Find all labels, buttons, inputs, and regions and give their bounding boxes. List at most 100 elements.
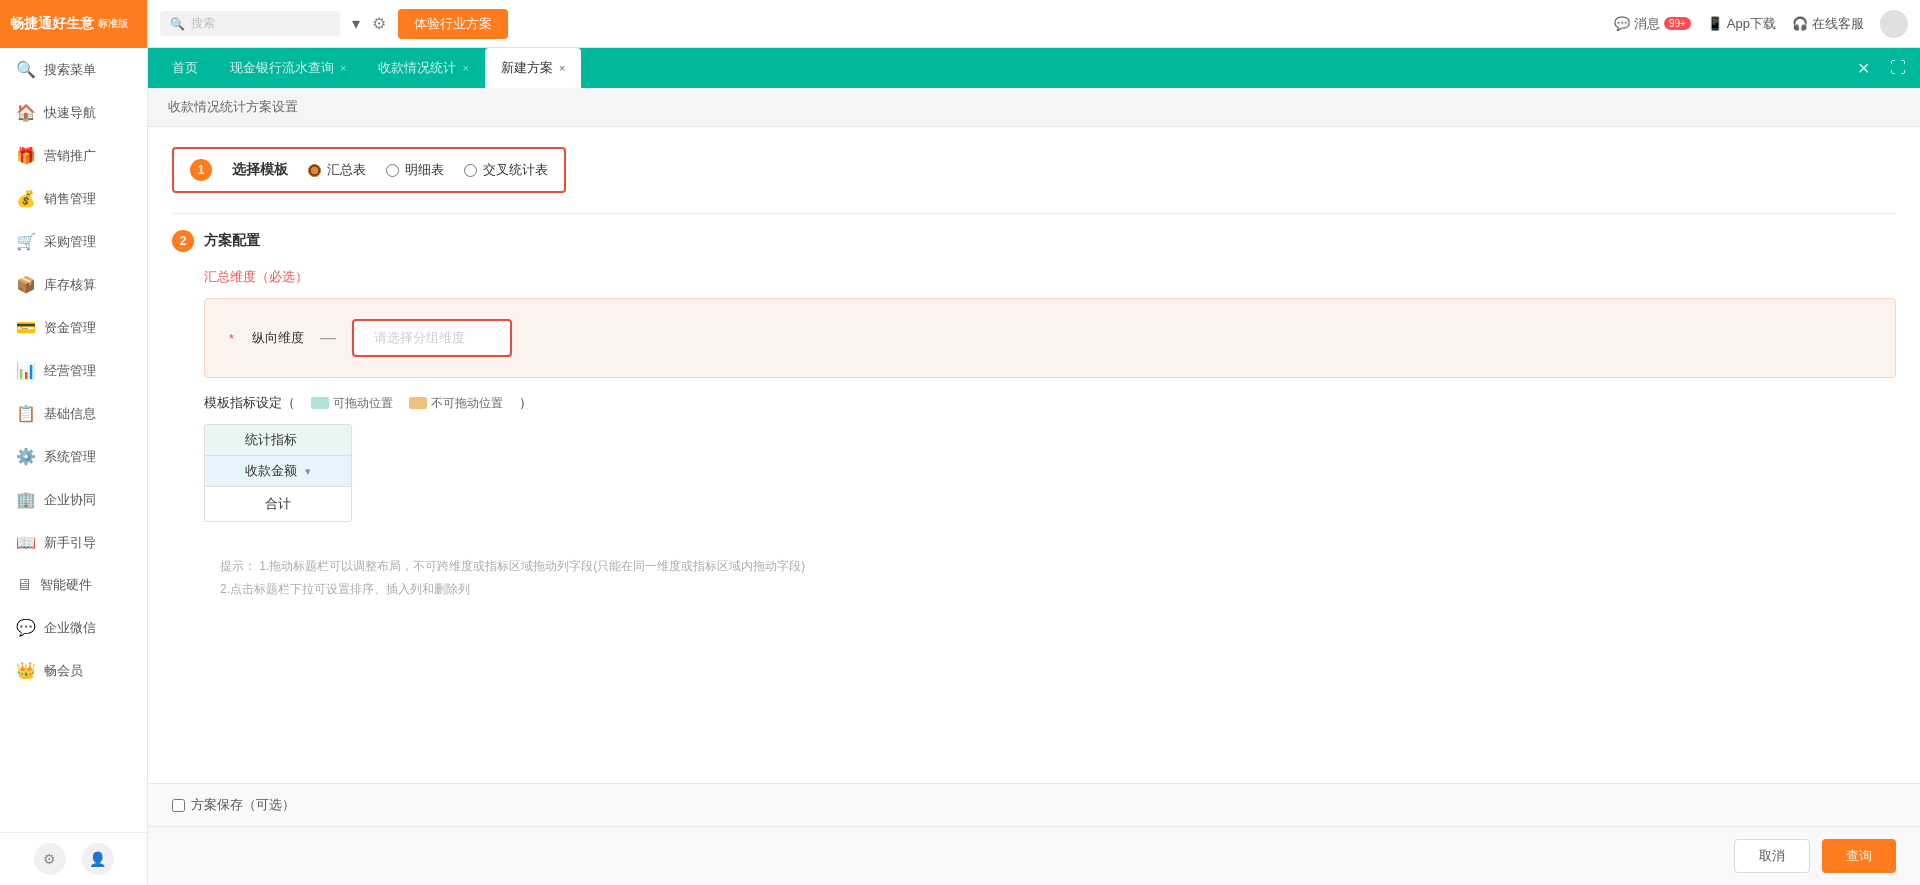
sidebar-item-smart-hw[interactable]: 🖥智能硬件 xyxy=(0,564,147,606)
step2-number: 2 xyxy=(172,230,194,252)
page-footer: 取消 查询 xyxy=(148,826,1920,885)
dimension-row: * 纵向维度 — 请选择分组维度 xyxy=(229,319,1871,357)
sidebar-item-newbie[interactable]: 📖 新手引导 xyxy=(0,521,147,564)
save-checkbox-label[interactable]: 方案保存（可选） xyxy=(172,796,1896,814)
radio-detail-input[interactable] xyxy=(386,164,399,177)
cancel-button[interactable]: 取消 xyxy=(1734,839,1810,873)
tip-line-2: 2.点击标题栏下拉可设置排序、插入列和删除列 xyxy=(220,581,1880,598)
sidebar-item-inventory[interactable]: 📦 库存核算 xyxy=(0,263,147,306)
tip-line-1: 提示： 1.拖动标题栏可以调整布局，不可跨维度或指标区域拖动列字段(只能在同一维… xyxy=(220,558,1880,575)
radio-detail[interactable]: 明细表 xyxy=(386,161,444,179)
service-icon: 🎧 xyxy=(1792,16,1808,31)
save-label: 方案保存（可选） xyxy=(191,796,295,814)
industry-btn[interactable]: 体验行业方案 xyxy=(398,9,508,39)
sidebar-label-inventory: 库存核算 xyxy=(44,276,96,294)
maximize-icon[interactable]: ⛶ xyxy=(1884,57,1912,79)
app-download-btn[interactable]: 📱 App下载 xyxy=(1707,15,1776,33)
sidebar-icon-basic-info: 📋 xyxy=(16,404,36,423)
sidebar-icon-marketing: 🎁 xyxy=(16,146,36,165)
radio-summary[interactable]: 汇总表 xyxy=(308,161,366,179)
tab-close-new-plan[interactable]: × xyxy=(559,62,565,74)
indicator-close-paren: ） xyxy=(519,394,532,412)
sidebar-label-smart-hw: 智能硬件 xyxy=(40,576,92,594)
search-text: 搜索 xyxy=(191,15,215,32)
no-drag-icon xyxy=(409,397,427,409)
indicator-settings: 模板指标设定（ 可拖动位置 不可拖动位置 ） xyxy=(204,394,1896,522)
save-checkbox-input[interactable] xyxy=(172,799,185,812)
sidebar-settings-icon[interactable]: ⚙ xyxy=(34,843,66,875)
step1-title: 选择模板 xyxy=(232,161,288,179)
sidebar-item-finance[interactable]: 💳资金管理 xyxy=(0,306,147,349)
tab-new-plan[interactable]: 新建方案 × xyxy=(485,48,581,88)
sidebar-item-purchase[interactable]: 🛒采购管理 xyxy=(0,220,147,263)
step1-header: 1 选择模板 汇总表 明细表 xyxy=(172,147,1896,193)
sidebar-icon-newbie: 📖 xyxy=(16,533,36,552)
sidebar-label-marketing: 营销推广 xyxy=(44,147,96,165)
tab-close-bank-flow[interactable]: × xyxy=(340,62,346,74)
receipt-dropdown-icon[interactable]: ▾ xyxy=(305,465,311,478)
radio-summary-label: 汇总表 xyxy=(327,161,366,179)
radio-cross-label: 交叉统计表 xyxy=(483,161,548,179)
tab-label-new-plan: 新建方案 xyxy=(501,59,553,77)
sidebar-icon-inventory: 📦 xyxy=(16,275,36,294)
page-breadcrumb: 收款情况统计方案设置 xyxy=(148,88,1920,127)
sidebar-icon-quick-nav: 🏠 xyxy=(16,103,36,122)
indicator-title-text: 模板指标设定（ xyxy=(204,394,295,412)
sidebar-item-operations[interactable]: 📊经营管理 xyxy=(0,349,147,392)
online-service-btn[interactable]: 🎧 在线客服 xyxy=(1792,15,1864,33)
sidebar-item-marketing[interactable]: 🎁 营销推广 xyxy=(0,134,147,177)
receipt-amount-header[interactable]: 收款金额 ▾ xyxy=(205,456,351,487)
close-window-icon[interactable]: ✕ xyxy=(1851,57,1876,80)
indicator-header: 模板指标设定（ 可拖动位置 不可拖动位置 ） xyxy=(204,394,1896,412)
select-dimension-dropdown[interactable]: 请选择分组维度 xyxy=(352,319,512,357)
tips-section: 提示： 1.拖动标题栏可以调整布局，不可跨维度或指标区域拖动列字段(只能在同一维… xyxy=(204,546,1896,616)
sidebar-icon-search-menu: 🔍 xyxy=(16,60,36,79)
radio-cross-input[interactable] xyxy=(464,164,477,177)
total-label: 合计 xyxy=(265,496,291,511)
step2-header: 2 方案配置 xyxy=(172,230,1896,252)
tab-home[interactable]: 首页 xyxy=(156,48,214,88)
message-btn[interactable]: 💬 消息 99+ xyxy=(1614,15,1691,33)
app-icon: 📱 xyxy=(1707,16,1723,31)
logo-sub: 标准版 xyxy=(98,17,128,31)
sidebar-item-basic-info[interactable]: 📋基础信息 xyxy=(0,392,147,435)
tab-bank-flow[interactable]: 现金银行流水查询× xyxy=(214,48,362,88)
sidebar-item-quick-nav[interactable]: 🏠快速导航 xyxy=(0,91,147,134)
sidebar-user-icon[interactable]: 👤 xyxy=(82,843,114,875)
sidebar-logo: 畅捷通好生意 标准版 xyxy=(0,0,147,48)
sidebar-item-search-menu[interactable]: 🔍搜索菜单 xyxy=(0,48,147,91)
sidebar-icon-sales: 💰 xyxy=(16,189,36,208)
logo-text: 畅捷通好生意 xyxy=(10,15,94,33)
topbar: 🔍 搜索 ▾ ⚙ 体验行业方案 💬 消息 99+ 📱 App下载 🎧 在线客服 xyxy=(148,0,1920,48)
tab-receipt-stats[interactable]: 收款情况统计 × xyxy=(362,48,484,88)
step1-number: 1 xyxy=(190,159,212,181)
template-select-box: 1 选择模板 汇总表 明细表 xyxy=(172,147,566,193)
dimension-area: * 纵向维度 — 请选择分组维度 xyxy=(204,298,1896,378)
sidebar-bottom: ⚙ 👤 xyxy=(0,832,147,885)
topbar-dropdown-icon[interactable]: ▾ xyxy=(352,14,360,33)
sidebar-label-enterprise: 企业协同 xyxy=(44,491,96,509)
tab-label-receipt-stats: 收款情况统计 xyxy=(378,59,456,77)
topbar-gear-icon[interactable]: ⚙ xyxy=(372,14,386,33)
radio-cross[interactable]: 交叉统计表 xyxy=(464,161,548,179)
no-drag-label: 不可拖动位置 xyxy=(431,395,503,412)
user-avatar[interactable] xyxy=(1880,10,1908,38)
sidebar-item-wechat[interactable]: 💬企业微信 xyxy=(0,606,147,649)
radio-summary-input[interactable] xyxy=(308,164,321,177)
dimension-label-text: 汇总维度（必选） xyxy=(204,269,308,284)
sidebar-item-system[interactable]: ⚙️系统管理 xyxy=(0,435,147,478)
sidebar-icon-finance: 💳 xyxy=(16,318,36,337)
sidebar-item-sales[interactable]: 💰 销售管理 xyxy=(0,177,147,220)
sidebar-item-member[interactable]: 👑畅会员 xyxy=(0,649,147,692)
sidebar-item-enterprise[interactable]: 🏢企业协同 xyxy=(0,478,147,521)
topbar-search[interactable]: 🔍 搜索 xyxy=(160,11,340,36)
tab-close-receipt-stats[interactable]: × xyxy=(462,62,468,74)
sidebar-label-newbie: 新手引导 xyxy=(44,534,96,552)
query-button[interactable]: 查询 xyxy=(1822,839,1896,873)
message-badge: 99+ xyxy=(1664,17,1691,30)
receipt-amount-label: 收款金额 xyxy=(245,462,297,480)
sidebar-label-sales: 销售管理 xyxy=(44,190,96,208)
breadcrumb-text: 收款情况统计方案设置 xyxy=(168,99,298,114)
sidebar-icon-member: 👑 xyxy=(16,661,36,680)
tabbar: 首页现金银行流水查询× 收款情况统计 × 新建方案 × ✕ ⛶ xyxy=(148,48,1920,88)
